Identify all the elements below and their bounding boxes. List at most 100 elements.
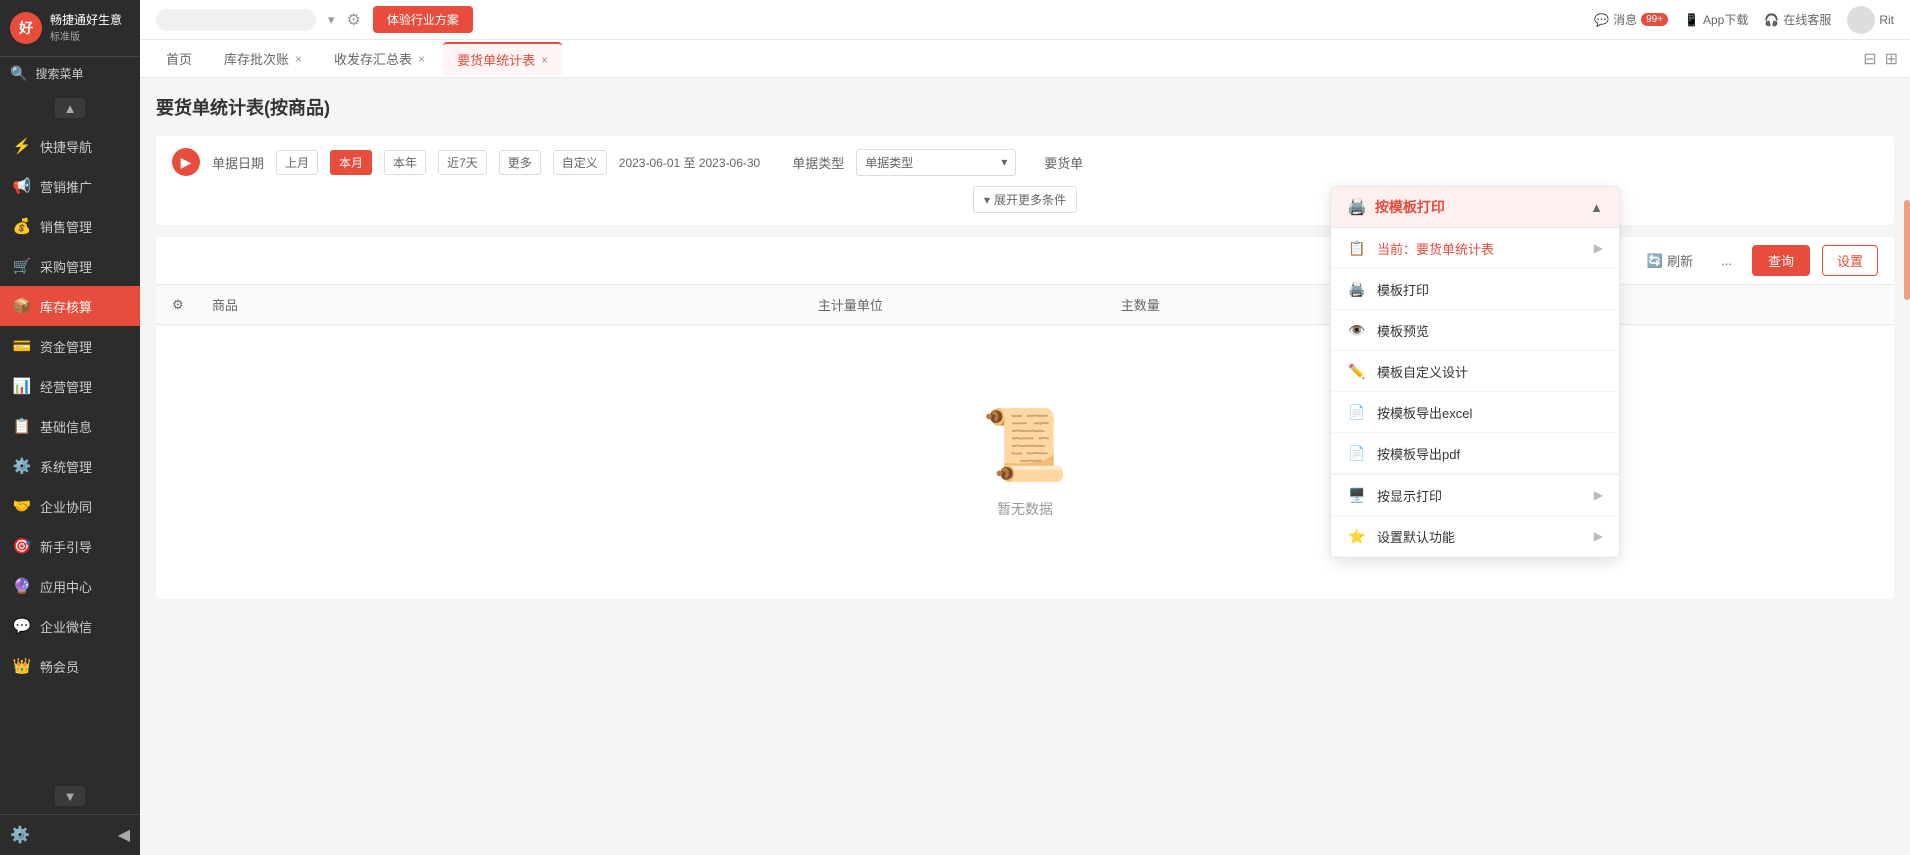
scroll-up-button[interactable]: ▲: [55, 98, 85, 118]
order-type-select[interactable]: 单据类型 ▾: [856, 149, 1016, 176]
sidebar-item-cooperation[interactable]: 🤝 企业协同: [0, 486, 140, 526]
sidebar-item-inventory[interactable]: 📦 库存核算: [0, 286, 140, 326]
template-design-label: 模板自定义设计: [1377, 362, 1603, 381]
tab-receipt-summary-close[interactable]: ×: [418, 52, 425, 66]
sidebar-item-basic[interactable]: 📋 基础信息: [0, 406, 140, 446]
query-button[interactable]: 查询: [1752, 245, 1810, 276]
member-icon: 👑: [12, 656, 32, 676]
topbar-dropdown-arrow[interactable]: ▾: [328, 12, 335, 28]
dropdown-template-print[interactable]: 🖨️ 模板打印: [1331, 269, 1619, 310]
filter-expand-button[interactable]: ▶: [172, 148, 200, 176]
purchase-icon: 🛒: [12, 256, 32, 276]
topbar-right: 💬 消息 99+ 📱 App下载 🎧 在线客服 Rit: [1594, 6, 1894, 34]
template-print-icon: 🖨️: [1347, 279, 1367, 299]
sidebar-item-quick-nav[interactable]: ⚡ 快捷导航: [0, 126, 140, 166]
tab-order-stats-close[interactable]: ×: [541, 53, 548, 67]
basic-icon: 📋: [12, 416, 32, 436]
empty-text: 暂无数据: [997, 499, 1053, 519]
sidebar-item-wechat[interactable]: 💬 企业微信: [0, 606, 140, 646]
system-icon: ⚙️: [12, 456, 32, 476]
collapse-sidebar-icon[interactable]: ◀: [118, 825, 130, 845]
tab-order-stats[interactable]: 要货单统计表 ×: [443, 42, 562, 75]
tab-order-stats-label: 要货单统计表: [457, 50, 535, 69]
current-arrow-icon: ▶: [1594, 241, 1603, 255]
dropdown-default-function[interactable]: ⭐ 设置默认功能 ▶: [1331, 516, 1619, 557]
settings-button[interactable]: 设置: [1822, 245, 1878, 276]
main-content: ▾ ⚙ 体验行业方案 💬 消息 99+ 📱 App下载 🎧 在线客服 Rit: [140, 0, 1910, 855]
cooperation-icon: 🤝: [12, 496, 32, 516]
dropdown-template-preview[interactable]: 👁️ 模板预览: [1331, 310, 1619, 351]
refresh-button[interactable]: 🔄 刷新: [1639, 247, 1701, 274]
filter-bar: ▶ 单据日期 上月 本月 本年 近7天 更多 自定义 2023-06-01 至 …: [156, 136, 1894, 225]
sidebar-item-label: 营销推广: [40, 177, 92, 196]
dropdown-export-pdf[interactable]: 📄 按模板导出pdf: [1331, 433, 1619, 474]
app-edition: 标准版: [50, 28, 122, 43]
app-download-button[interactable]: 📱 App下载: [1684, 11, 1748, 28]
sidebar-footer: ⚙️ ◀: [0, 814, 140, 855]
sidebar-item-operations[interactable]: 📊 经营管理: [0, 366, 140, 406]
settings-footer-icon[interactable]: ⚙️: [10, 825, 30, 845]
right-scrollbar[interactable]: [1904, 200, 1910, 300]
tab-expand-button[interactable]: ⊞: [1885, 49, 1898, 69]
sidebar-item-label: 资金管理: [40, 337, 92, 356]
tab-batch-accounts-close[interactable]: ×: [295, 52, 302, 66]
username: Rit: [1879, 13, 1894, 27]
sidebar-item-finance[interactable]: 💳 资金管理: [0, 326, 140, 366]
app-name-block: 畅捷通好生意 标准版: [50, 13, 122, 44]
sidebar-item-label: 销售管理: [40, 217, 92, 236]
sidebar-item-member[interactable]: 👑 畅会员: [0, 646, 140, 686]
tab-home[interactable]: 首页: [152, 43, 206, 74]
col-product-header: 商品: [212, 295, 818, 314]
sidebar-item-sales[interactable]: 💰 销售管理: [0, 206, 140, 246]
page-body: 要货单统计表(按商品) ▶ 单据日期 上月 本月 本年 近7天 更多 自定义 2…: [140, 78, 1910, 855]
empty-state: 📜 暂无数据: [156, 325, 1894, 599]
refresh-icon: 🔄: [1647, 253, 1663, 269]
marketing-icon: 📢: [12, 176, 32, 196]
template-design-icon: ✏️: [1347, 361, 1367, 381]
dropdown-collapse-icon[interactable]: ▲: [1590, 200, 1603, 215]
search-icon: 🔍: [10, 65, 27, 82]
scroll-down-button[interactable]: ▼: [55, 786, 85, 806]
tab-minimize-button[interactable]: ⊟: [1863, 49, 1876, 69]
message-button[interactable]: 💬 消息 99+: [1594, 11, 1668, 28]
current-template-icon: 📋: [1347, 238, 1367, 258]
date-custom-button[interactable]: 自定义: [553, 150, 607, 175]
date-7days-button[interactable]: 近7天: [438, 150, 487, 175]
search-menu-button[interactable]: 🔍 搜索菜单: [0, 57, 140, 90]
sidebar-item-system[interactable]: ⚙️ 系统管理: [0, 446, 140, 486]
date-this-year-button[interactable]: 本年: [384, 150, 426, 175]
tab-batch-accounts[interactable]: 库存批次账 ×: [210, 43, 316, 74]
more-actions-button[interactable]: ...: [1713, 249, 1740, 272]
quick-nav-icon: ⚡: [12, 136, 32, 156]
search-input[interactable]: [156, 9, 316, 31]
date-this-month-button[interactable]: 本月: [330, 150, 372, 175]
dropdown-export-excel[interactable]: 📄 按模板导出excel: [1331, 392, 1619, 433]
trial-button[interactable]: 体验行业方案: [373, 6, 473, 33]
sidebar-item-label: 采购管理: [40, 257, 92, 276]
operations-icon: 📊: [12, 376, 32, 396]
search-menu-label: 搜索菜单: [35, 65, 83, 82]
sidebar-item-purchase[interactable]: 🛒 采购管理: [0, 246, 140, 286]
user-avatar-button[interactable]: Rit: [1847, 6, 1894, 34]
message-icon: 💬: [1594, 13, 1609, 27]
action-bar: 🖨️ 按模板打印 ▲ 📤 导出 🔄 刷新 ... 查询 设置: [156, 237, 1894, 285]
dropdown-current-item[interactable]: 📋 当前：要货单统计表 ▶: [1331, 228, 1619, 269]
sidebar-item-label: 企业协同: [40, 497, 92, 516]
sidebar-item-marketing[interactable]: 📢 营销推广: [0, 166, 140, 206]
col-settings-header[interactable]: ⚙: [172, 297, 212, 313]
dropdown-template-design[interactable]: ✏️ 模板自定义设计: [1331, 351, 1619, 392]
dropdown-display-print[interactable]: 🖥️ 按显示打印 ▶: [1331, 475, 1619, 516]
app-name: 畅捷通好生意: [50, 13, 122, 29]
sidebar-item-app-center[interactable]: 🔮 应用中心: [0, 566, 140, 606]
tab-receipt-summary-label: 收发存汇总表: [334, 49, 412, 68]
date-last-month-button[interactable]: 上月: [276, 150, 318, 175]
sidebar-item-newbie[interactable]: 🎯 新手引导: [0, 526, 140, 566]
topbar-gear-icon[interactable]: ⚙: [347, 10, 361, 30]
date-more-button[interactable]: 更多: [499, 150, 541, 175]
sidebar-item-label: 企业微信: [40, 617, 92, 636]
default-function-icon: ⭐: [1347, 526, 1367, 546]
app-center-icon: 🔮: [12, 576, 32, 596]
tab-receipt-summary[interactable]: 收发存汇总表 ×: [320, 43, 439, 74]
online-service-button[interactable]: 🎧 在线客服: [1764, 11, 1831, 28]
expand-more-button[interactable]: ▾ 展开更多条件: [973, 186, 1077, 213]
